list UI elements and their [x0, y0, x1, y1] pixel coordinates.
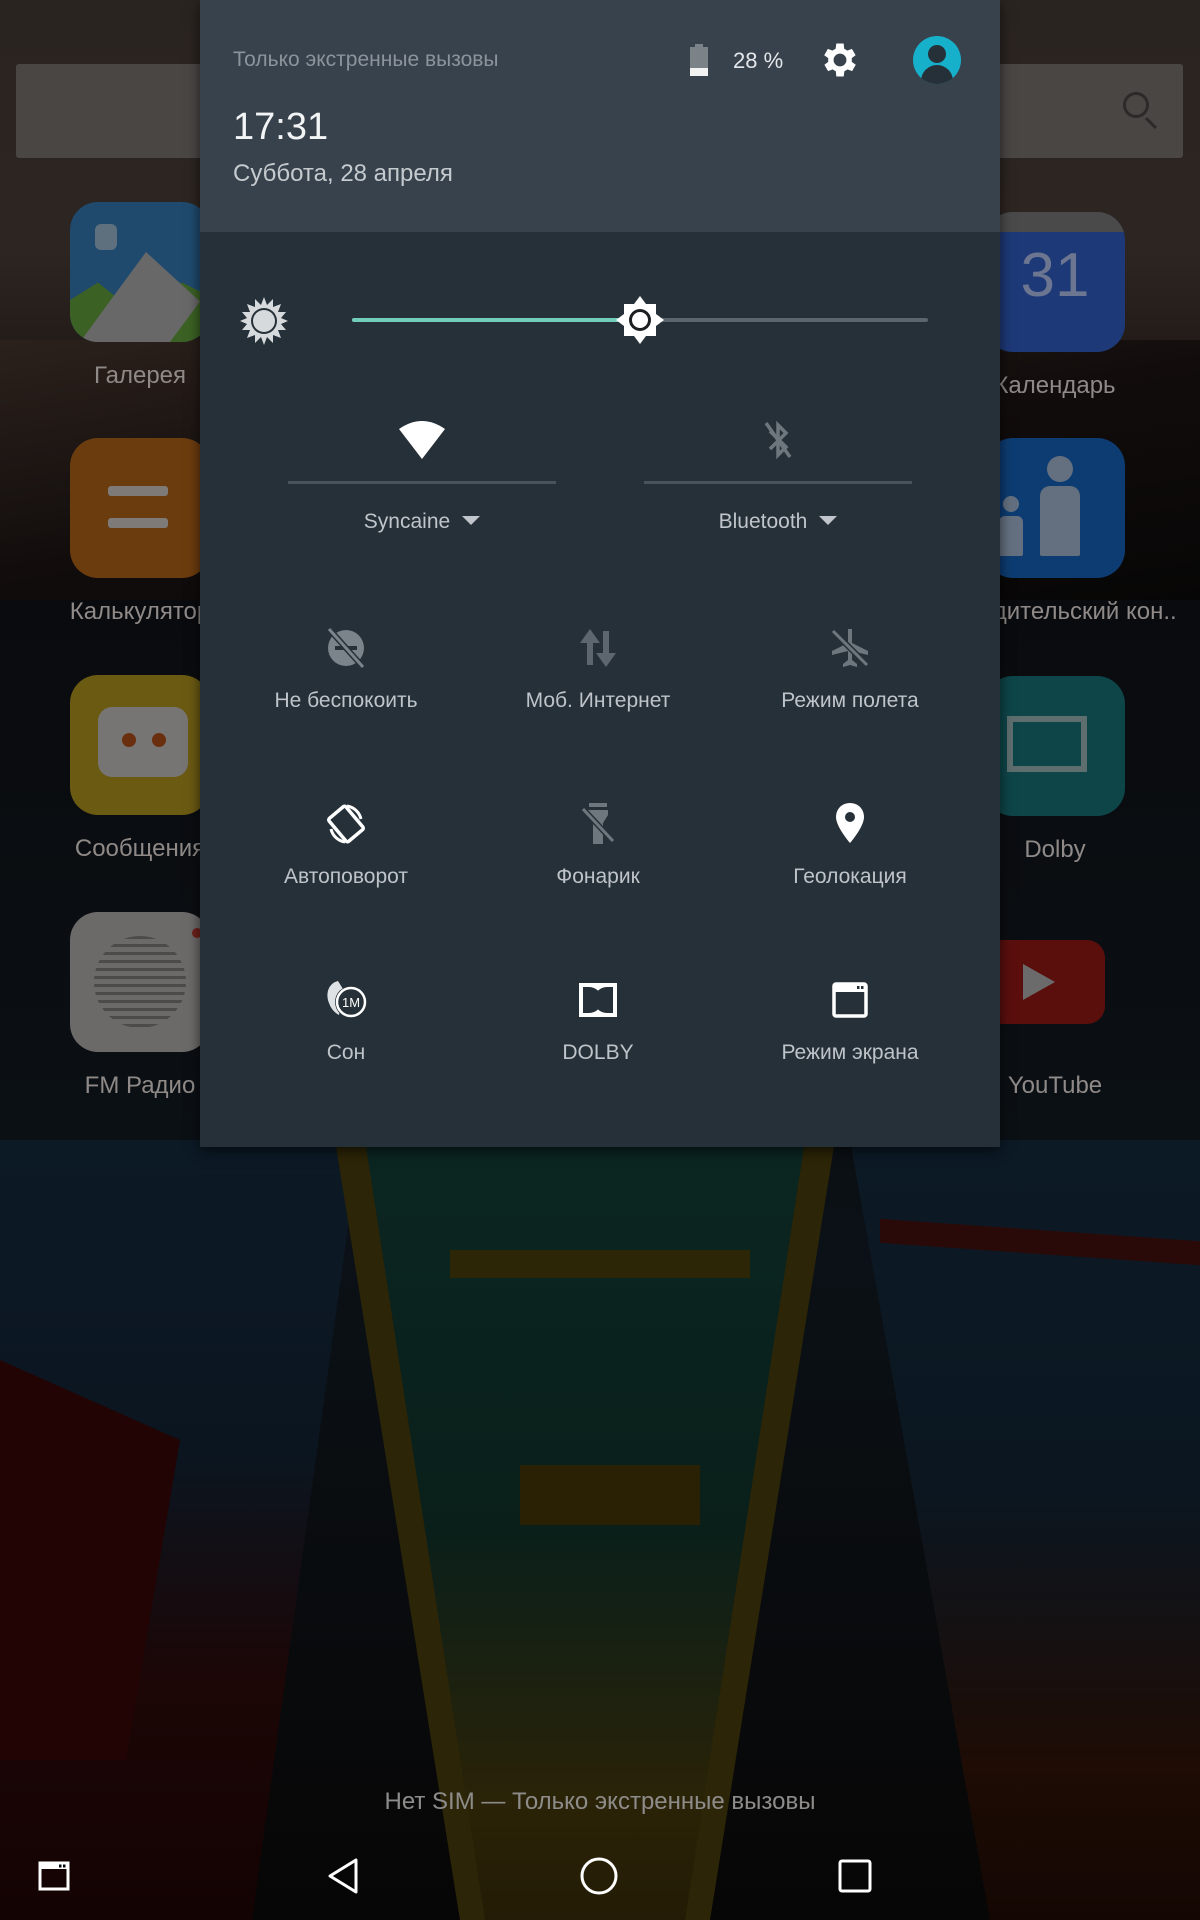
youtube-icon: [985, 912, 1125, 1052]
tile-label: Режим экрана: [781, 1041, 919, 1064]
calculator-icon: [70, 438, 210, 578]
search-icon[interactable]: [1123, 92, 1149, 118]
clock[interactable]: 17:31: [233, 106, 328, 149]
tile-sleep[interactable]: 1M Сон: [220, 975, 472, 1125]
tile-dolby[interactable]: DOLBY: [472, 975, 724, 1125]
airplane-mode-off-icon: [830, 628, 870, 668]
tile-label: Моб. Интернет: [525, 689, 671, 712]
tile-label: DOLBY: [562, 1041, 634, 1064]
wallpaper-boat-plank: [520, 1465, 700, 1525]
calendar-day: 31: [1020, 241, 1090, 310]
bluetooth-dropdown[interactable]: Bluetooth: [644, 510, 912, 534]
home-circle-icon[interactable]: [569, 1846, 629, 1906]
back-triangle-icon[interactable]: [314, 1846, 374, 1906]
chevron-down-icon: [819, 516, 838, 525]
user-avatar-icon[interactable]: [913, 36, 961, 84]
brightness-icon: [240, 297, 288, 345]
dolby-icon: [579, 983, 617, 1017]
gear-icon[interactable]: [818, 38, 862, 82]
tile-label: Не беспокоить: [274, 689, 418, 712]
chevron-down-icon: [462, 516, 481, 525]
battery-icon[interactable]: [690, 44, 708, 76]
wifi-icon[interactable]: [397, 415, 447, 465]
tile-auto-rotate[interactable]: Автоповорот: [220, 799, 472, 949]
tile-airplane-mode[interactable]: Режим полета: [724, 623, 976, 773]
auto-rotate-icon: [326, 804, 366, 844]
carrier-status: Только экстренные вызовы: [233, 48, 499, 71]
wifi-network-name: Syncaine: [363, 510, 451, 533]
wifi-network-dropdown[interactable]: Syncaine: [288, 510, 556, 534]
bluetooth-label: Bluetooth: [718, 510, 808, 533]
tile-label: Автоповорот: [284, 865, 408, 888]
lockscreen-sim-status: Нет SIM — Только экстренные вызовы: [384, 1788, 816, 1815]
wifi-divider: [288, 481, 556, 484]
tile-label: Фонарик: [556, 865, 640, 888]
wallpaper-boat-plank: [450, 1250, 750, 1278]
location-icon: [836, 803, 864, 843]
gallery-icon: [70, 202, 210, 342]
tile-label: Режим полета: [781, 689, 919, 712]
tile-label: Сон: [326, 1041, 366, 1064]
bluetooth-divider: [644, 481, 912, 484]
screen-mode-icon: [832, 982, 868, 1018]
tile-do-not-disturb[interactable]: Не беспокоить: [220, 623, 472, 773]
sleep-timer-icon: 1M: [327, 981, 367, 1018]
brightness-slider-thumb[interactable]: [614, 294, 666, 346]
dolby-icon: [985, 676, 1125, 816]
fm-radio-icon: [70, 912, 210, 1052]
sleep-timer-value: 1M: [342, 995, 360, 1010]
tile-screen-mode[interactable]: Режим экрана: [724, 975, 976, 1125]
messages-icon: [70, 675, 210, 815]
date[interactable]: Суббота, 28 апреля: [233, 160, 453, 188]
mobile-data-icon: [580, 629, 616, 667]
bluetooth-off-icon[interactable]: [753, 415, 803, 465]
calendar-icon: 31: [985, 212, 1125, 352]
quick-settings-panel: Только экстренные вызовы 17:31 Суббота, …: [200, 0, 1000, 1147]
battery-percent[interactable]: 28 %: [733, 48, 783, 74]
recents-square-icon[interactable]: [825, 1846, 885, 1906]
tile-mobile-data[interactable]: Моб. Интернет: [472, 623, 724, 773]
brightness-slider-fill: [352, 318, 640, 322]
flashlight-off-icon: [580, 803, 616, 844]
tile-flashlight[interactable]: Фонарик: [472, 799, 724, 949]
do-not-disturb-off-icon: [326, 626, 366, 670]
window-icon[interactable]: [24, 1846, 84, 1906]
tile-label: Геолокация: [793, 865, 907, 888]
parental-control-icon: [985, 438, 1125, 578]
tile-location[interactable]: Геолокация: [724, 799, 976, 949]
brightness-slider[interactable]: [352, 296, 928, 344]
quick-settings-header: Только экстренные вызовы 17:31 Суббота, …: [200, 0, 1000, 232]
